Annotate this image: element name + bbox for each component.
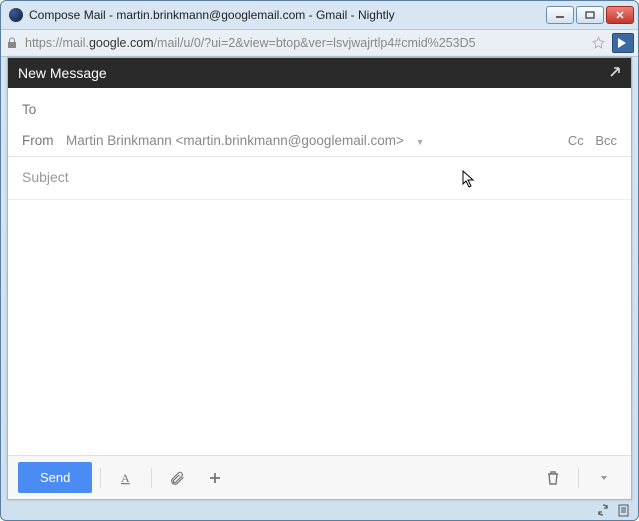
formatting-button[interactable]: A <box>109 463 143 493</box>
compose-body[interactable] <box>8 199 631 455</box>
url-text: https://mail.google.com/mail/u/0/?ui=2&v… <box>25 36 586 50</box>
status-icon-sync[interactable] <box>596 503 610 517</box>
from-row: From Martin Brinkmann <martin.brinkmann@… <box>22 125 617 156</box>
more-options-button[interactable] <box>587 463 621 493</box>
send-button[interactable]: Send <box>18 462 92 493</box>
extension-button[interactable] <box>612 33 634 53</box>
separator <box>100 468 101 488</box>
to-row[interactable]: To <box>22 94 617 125</box>
header-fields: To From Martin Brinkmann <martin.brinkma… <box>8 88 631 156</box>
minimize-button[interactable] <box>546 6 574 24</box>
compose-toolbar: Send A <box>8 455 631 499</box>
subject-input[interactable] <box>22 169 617 185</box>
titlebar: Compose Mail - martin.brinkmann@googlema… <box>1 1 638 29</box>
bookmark-star-icon[interactable] <box>592 36 606 50</box>
insert-button[interactable] <box>198 463 232 493</box>
from-text: Martin Brinkmann <martin.brinkmann@googl… <box>66 133 404 148</box>
separator <box>151 468 152 488</box>
window-controls <box>546 6 634 24</box>
to-label: To <box>22 102 66 117</box>
browser-window: Compose Mail - martin.brinkmann@googlema… <box>0 0 639 521</box>
svg-text:A: A <box>121 471 130 485</box>
popout-icon[interactable] <box>609 65 621 81</box>
separator <box>578 468 579 488</box>
address-bar[interactable]: https://mail.google.com/mail/u/0/?ui=2&v… <box>1 29 638 57</box>
compose-title: New Message <box>18 65 107 81</box>
url-scheme: https:// <box>25 36 63 50</box>
compose-titlebar: New Message <box>8 58 631 88</box>
window-title: Compose Mail - martin.brinkmann@googlema… <box>29 8 546 22</box>
url-sub: mail. <box>63 36 89 50</box>
close-button[interactable] <box>606 6 634 24</box>
maximize-button[interactable] <box>576 6 604 24</box>
discard-button[interactable] <box>536 463 570 493</box>
status-icon-page[interactable] <box>616 503 630 517</box>
subject-row <box>8 156 631 199</box>
favicon <box>9 8 23 22</box>
from-dropdown-icon[interactable]: ▼ <box>416 137 425 147</box>
url-domain: google.com <box>89 36 154 50</box>
url-path: /mail/u/0/?ui=2&view=btop&ver=lsvjwajrtl… <box>154 36 476 50</box>
attach-button[interactable] <box>160 463 194 493</box>
cc-button[interactable]: Cc <box>568 133 584 148</box>
compose-pane: New Message To From Martin Brinkmann <ma… <box>7 57 632 500</box>
status-bar <box>1 500 638 520</box>
lock-icon <box>5 36 19 50</box>
bcc-button[interactable]: Bcc <box>595 133 617 148</box>
from-label: From <box>22 133 66 148</box>
cc-bcc-group: Cc Bcc <box>560 133 617 148</box>
from-value[interactable]: Martin Brinkmann <martin.brinkmann@googl… <box>66 133 560 148</box>
